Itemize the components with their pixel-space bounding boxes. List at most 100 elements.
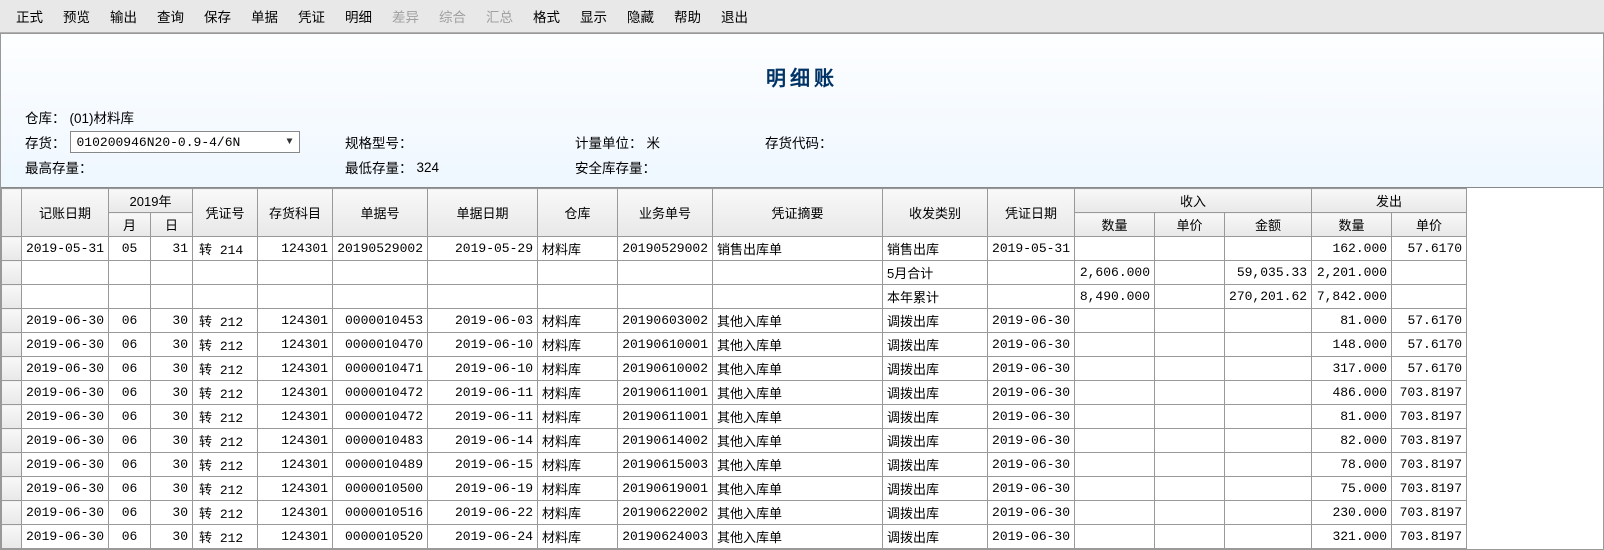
inventory-select[interactable]: 010200946N20-0.9-4/6N ▼	[70, 131, 300, 153]
col-day[interactable]: 日	[151, 213, 193, 237]
cell-doc-no	[333, 285, 428, 309]
col-doc-date[interactable]: 单据日期	[428, 189, 538, 237]
cell-subject: 124301	[258, 477, 333, 501]
cell-in-qty	[1075, 381, 1155, 405]
cell-voucher-no	[193, 261, 258, 285]
menu-item-帮助[interactable]: 帮助	[664, 4, 711, 28]
cell-out-price: 57.6170	[1392, 309, 1467, 333]
cell-month: 06	[109, 381, 151, 405]
cell-day: 30	[151, 477, 193, 501]
warehouse-label: 仓库：	[25, 107, 66, 127]
cell-day: 30	[151, 381, 193, 405]
cell-doc-no: 0000010470	[333, 333, 428, 357]
cell-in-amount	[1225, 237, 1312, 261]
table-row[interactable]: 2019-06-300630转 21212430100000104832019-…	[2, 429, 1467, 453]
chevron-down-icon: ▼	[286, 137, 292, 148]
menu-item-保存[interactable]: 保存	[194, 4, 241, 28]
cell-summary: 其他入库单	[713, 453, 883, 477]
cell-out-qty: 230.000	[1312, 501, 1392, 525]
menu-item-凭证[interactable]: 凭证	[288, 4, 335, 28]
table-row[interactable]: 2019-06-300630转 21212430100000104532019-…	[2, 309, 1467, 333]
cell-warehouse: 材料库	[538, 381, 618, 405]
col-in-group[interactable]: 收入	[1075, 189, 1312, 213]
menu-item-隐藏[interactable]: 隐藏	[617, 4, 664, 28]
cell-voucher-date: 2019-06-30	[988, 501, 1075, 525]
page-title: 明细账	[1, 34, 1603, 105]
col-out-group[interactable]: 发出	[1312, 189, 1467, 213]
cell-voucher-date: 2019-06-30	[988, 357, 1075, 381]
table-row[interactable]: 2019-06-300630转 21212430100000104722019-…	[2, 405, 1467, 429]
cell-in-qty: 8,490.000	[1075, 285, 1155, 309]
table-row[interactable]: 本年累计8,490.000270,201.627,842.000	[2, 285, 1467, 309]
cell-type: 调拨出库	[883, 357, 988, 381]
col-doc-no[interactable]: 单据号	[333, 189, 428, 237]
cell-warehouse: 材料库	[538, 429, 618, 453]
cell-month: 06	[109, 357, 151, 381]
table-row[interactable]: 2019-06-300630转 21212430100000104722019-…	[2, 381, 1467, 405]
cell-record-date: 2019-05-31	[22, 237, 109, 261]
cell-summary: 销售出库单	[713, 237, 883, 261]
table-row[interactable]: 2019-06-300630转 21212430100000105162019-…	[2, 501, 1467, 525]
menu-item-预览[interactable]: 预览	[53, 4, 100, 28]
cell-voucher-date	[988, 285, 1075, 309]
cell-month: 06	[109, 405, 151, 429]
cell-voucher-date: 2019-06-30	[988, 429, 1075, 453]
cell-type: 销售出库	[883, 237, 988, 261]
cell-warehouse: 材料库	[538, 405, 618, 429]
table-scroll[interactable]: 记账日期 2019年 凭证号 存货科目 单据号 单据日期 仓库 业务单号 凭证摘…	[1, 187, 1603, 549]
cell-in-price	[1155, 261, 1225, 285]
cell-record-date: 2019-06-30	[22, 381, 109, 405]
table-row[interactable]: 2019-06-300630转 21212430100000104712019-…	[2, 357, 1467, 381]
menu-item-查询[interactable]: 查询	[147, 4, 194, 28]
cell-in-price	[1155, 237, 1225, 261]
cell-month: 06	[109, 501, 151, 525]
col-subject[interactable]: 存货科目	[258, 189, 333, 237]
col-year[interactable]: 2019年	[109, 189, 193, 213]
col-month[interactable]: 月	[109, 213, 151, 237]
table-row[interactable]: 2019-06-300630转 21212430100000105002019-…	[2, 477, 1467, 501]
menu-item-单据[interactable]: 单据	[241, 4, 288, 28]
col-in-qty[interactable]: 数量	[1075, 213, 1155, 237]
unit-label: 计量单位：	[575, 132, 643, 152]
cell-in-amount	[1225, 405, 1312, 429]
unit-value: 米	[647, 132, 661, 152]
row-header	[2, 333, 22, 357]
col-voucher-no[interactable]: 凭证号	[193, 189, 258, 237]
cell-in-qty	[1075, 501, 1155, 525]
table-row[interactable]: 2019-06-300630转 21212430100000104892019-…	[2, 453, 1467, 477]
col-in-amount[interactable]: 金额	[1225, 213, 1312, 237]
col-in-price[interactable]: 单价	[1155, 213, 1225, 237]
cell-warehouse: 材料库	[538, 501, 618, 525]
cell-in-price	[1155, 453, 1225, 477]
menu-item-正式[interactable]: 正式	[6, 4, 53, 28]
cell-in-qty	[1075, 477, 1155, 501]
col-warehouse[interactable]: 仓库	[538, 189, 618, 237]
menu-item-退出[interactable]: 退出	[711, 4, 758, 28]
cell-voucher-date: 2019-06-30	[988, 405, 1075, 429]
cell-out-qty: 81.000	[1312, 405, 1392, 429]
cell-day	[151, 285, 193, 309]
cell-type: 调拨出库	[883, 333, 988, 357]
menu-item-格式[interactable]: 格式	[523, 4, 570, 28]
menu-item-明细[interactable]: 明细	[335, 4, 382, 28]
menu-item-显示[interactable]: 显示	[570, 4, 617, 28]
cell-subject: 124301	[258, 309, 333, 333]
cell-in-amount	[1225, 501, 1312, 525]
cell-type: 调拨出库	[883, 477, 988, 501]
cell-record-date: 2019-06-30	[22, 501, 109, 525]
table-row[interactable]: 2019-06-300630转 21212430100000104702019-…	[2, 333, 1467, 357]
col-out-qty[interactable]: 数量	[1312, 213, 1392, 237]
cell-in-price	[1155, 357, 1225, 381]
col-type[interactable]: 收发类别	[883, 189, 988, 237]
menu-item-输出[interactable]: 输出	[100, 4, 147, 28]
cell-in-price	[1155, 429, 1225, 453]
col-biz-no[interactable]: 业务单号	[618, 189, 713, 237]
cell-warehouse: 材料库	[538, 357, 618, 381]
col-out-price[interactable]: 单价	[1392, 213, 1467, 237]
col-voucher-date[interactable]: 凭证日期	[988, 189, 1075, 237]
table-row[interactable]: 5月合计2,606.00059,035.332,201.000	[2, 261, 1467, 285]
cell-in-amount	[1225, 453, 1312, 477]
col-summary[interactable]: 凭证摘要	[713, 189, 883, 237]
col-record-date[interactable]: 记账日期	[22, 189, 109, 237]
table-row[interactable]: 2019-05-310531转 214124301201905290022019…	[2, 237, 1467, 261]
